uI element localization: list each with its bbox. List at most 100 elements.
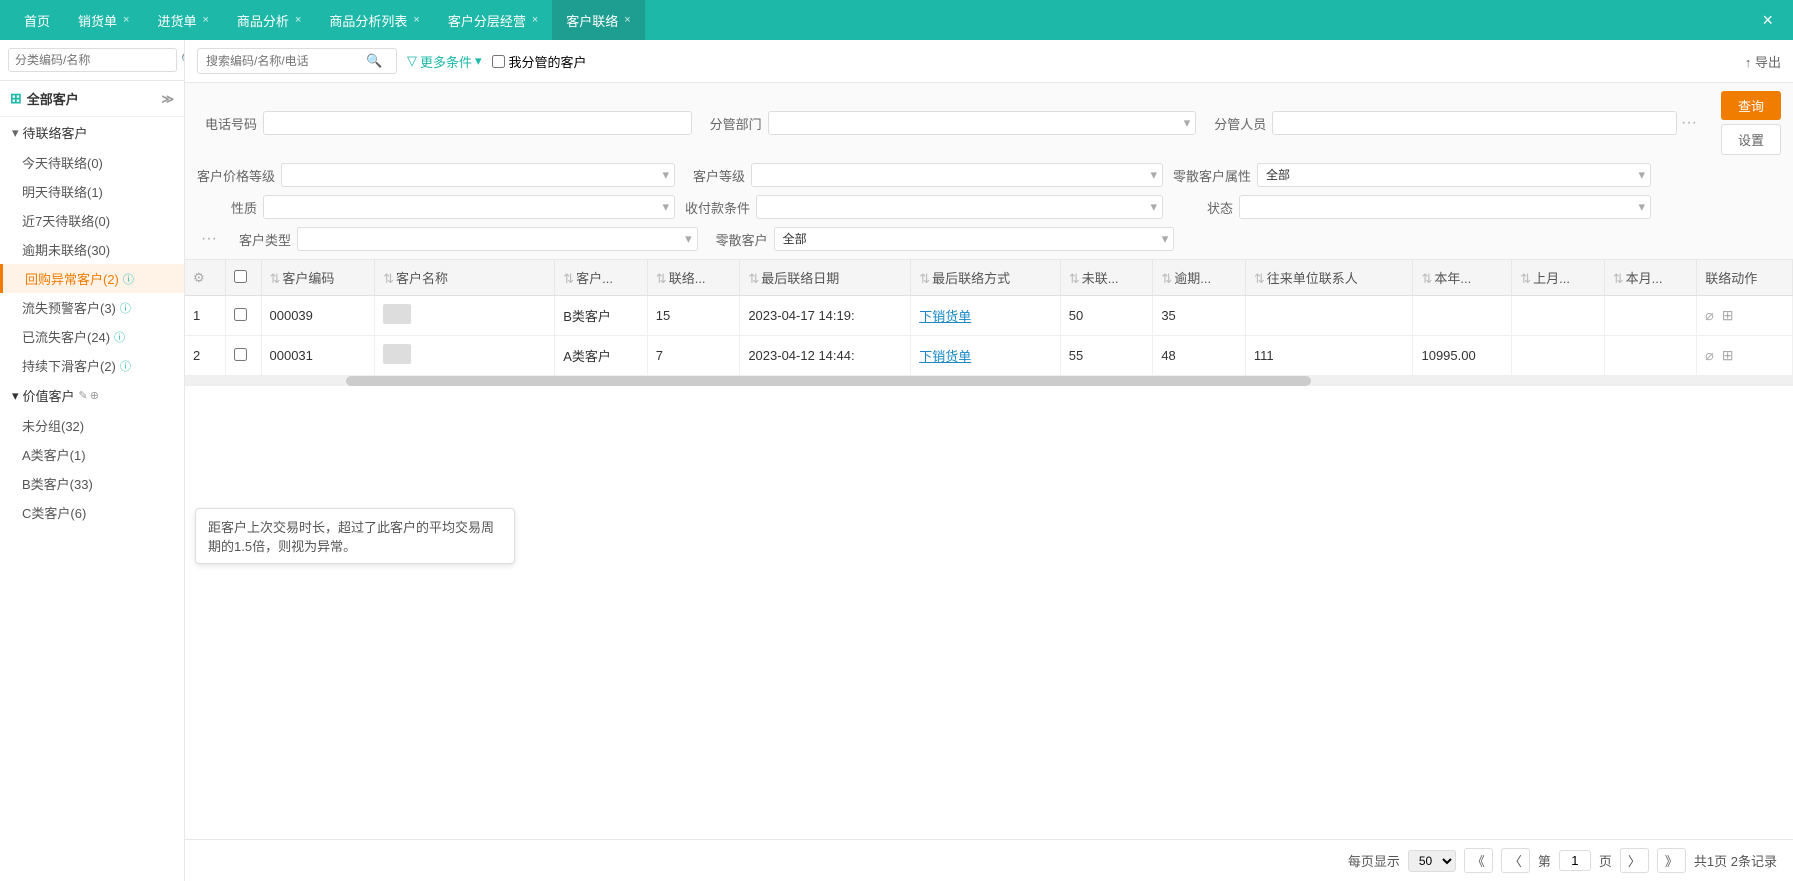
last-page-btn[interactable]: 》 <box>1657 848 1686 873</box>
col-contact-count: ⇅联络... <box>647 260 740 296</box>
export-btn[interactable]: ↑ 导出 <box>1745 52 1781 71</box>
payment-select[interactable] <box>756 195 1163 219</box>
contact-icon[interactable]: ⌀ <box>1705 307 1713 324</box>
sidebar-b-class[interactable]: B类客户(33) <box>0 469 184 498</box>
more-action-icon[interactable]: ⊞ <box>1722 307 1734 324</box>
sidebar-content: ⊞ 全部客户 ≫ ▾ 待联络客户 今天待联络(0) 明天待联络(1) 近7天待联… <box>0 81 184 881</box>
contact-icon[interactable]: ⌀ <box>1705 347 1713 364</box>
sidebar-today-contact[interactable]: 今天待联络(0) <box>0 148 184 177</box>
row-name <box>375 336 555 376</box>
payment-filter: 收付款条件 <box>685 195 1163 219</box>
dept-select[interactable] <box>768 111 1197 135</box>
row-select-checkbox[interactable] <box>234 308 247 321</box>
horizontal-scrollbar[interactable] <box>185 376 1793 386</box>
customer-type-select[interactable] <box>297 227 698 251</box>
row-last-date: 2023-04-17 14:19: <box>740 296 911 336</box>
sidebar-churn-warning[interactable]: 流失预警客户(3) ⓘ <box>0 293 184 322</box>
page-input[interactable] <box>1559 850 1591 871</box>
nav-sales-order[interactable]: 销货单 × <box>64 0 143 40</box>
close-sales-order[interactable]: × <box>123 14 129 26</box>
close-product-analysis-list[interactable]: × <box>413 14 419 26</box>
customer-grade-select[interactable] <box>751 163 1163 187</box>
filter-row-1: 电话号码 分管部门 分管人员 ··· <box>197 91 1781 155</box>
table-row: 1 000039 B类客户 15 2023-04-17 14:19: 下销货单 … <box>185 296 1793 336</box>
phone-input[interactable] <box>263 111 692 135</box>
chevron-down-icon: ▾ <box>475 53 482 69</box>
row-unreached: 50 <box>1060 296 1153 336</box>
more-filters-dots[interactable]: ··· <box>197 230 221 248</box>
nav-product-analysis[interactable]: 商品分析 × <box>223 0 315 40</box>
row-checkbox <box>225 296 261 336</box>
prev-page-btn[interactable]: 〈 <box>1501 848 1530 873</box>
col-this-year: ⇅本年... <box>1413 260 1512 296</box>
search-input[interactable] <box>206 54 366 68</box>
sidebar-c-class[interactable]: C类客户(6) <box>0 498 184 527</box>
search-icon[interactable]: 🔍 <box>366 53 382 69</box>
sidebar-churned[interactable]: 已流失客户(24) ⓘ <box>0 322 184 351</box>
row-contact-count: 15 <box>647 296 740 336</box>
first-page-btn[interactable]: 《 <box>1464 848 1493 873</box>
sidebar-a-class[interactable]: A类客户(1) <box>0 440 184 469</box>
col-last-month: ⇅上月... <box>1512 260 1605 296</box>
pending-contact-group[interactable]: ▾ 待联络客户 <box>0 117 184 148</box>
price-grade-select[interactable] <box>281 163 675 187</box>
table-row: 2 000031 A类客户 7 2023-04-12 14:44: 下销货单 5… <box>185 336 1793 376</box>
retail-attr-select[interactable]: 全部 <box>1257 163 1651 187</box>
next-page-btn[interactable]: 〉 <box>1620 848 1649 873</box>
sidebar-search-area: 🔍 <box>0 40 184 81</box>
per-page-select[interactable]: 50 <box>1408 850 1456 872</box>
sidebar-collapse-btn[interactable]: ≫ <box>161 92 174 106</box>
col-code: ⇅客户编码 <box>261 260 375 296</box>
info-icon-churn: ⓘ <box>120 300 131 316</box>
nav-customer-contact[interactable]: 客户联络 × <box>552 0 644 40</box>
col-contacts: ⇅往来单位联系人 <box>1245 260 1413 296</box>
my-customers-checkbox-area: 我分管的客户 <box>492 52 587 71</box>
col-this-month: ⇅本月... <box>1604 260 1697 296</box>
row-code: 000039 <box>261 296 375 336</box>
select-all-checkbox[interactable] <box>234 270 247 283</box>
row-overdue: 48 <box>1153 336 1246 376</box>
add-icon[interactable]: ⊕ <box>90 389 99 402</box>
table-settings-icon[interactable]: ⚙ <box>193 270 205 285</box>
scroll-thumb <box>346 376 1311 386</box>
customer-type-filter: 客户类型 <box>231 227 698 251</box>
sidebar-declining[interactable]: 持续下滑客户(2) ⓘ <box>0 351 184 380</box>
close-customer-segmentation[interactable]: × <box>532 14 538 26</box>
my-customers-checkbox[interactable] <box>492 55 505 68</box>
manager-dots-btn[interactable]: ··· <box>1677 114 1701 132</box>
nav-product-analysis-list[interactable]: 商品分析列表 × <box>315 0 433 40</box>
status-label: 状态 <box>1173 198 1233 217</box>
row-last-date: 2023-04-12 14:44: <box>740 336 911 376</box>
close-customer-contact[interactable]: × <box>624 14 630 26</box>
more-conditions-btn[interactable]: ▽ 更多条件 ▾ <box>407 52 482 71</box>
row-num: 1 <box>185 296 225 336</box>
nav-customer-segmentation[interactable]: 客户分层经营 × <box>434 0 552 40</box>
row-select-checkbox[interactable] <box>234 348 247 361</box>
filter-row-2: 客户价格等级 客户等级 <box>197 163 1781 187</box>
retail-customer-select[interactable]: 全部 <box>774 227 1175 251</box>
sidebar-unclassified[interactable]: 未分组(32) <box>0 411 184 440</box>
sidebar-7days-contact[interactable]: 近7天待联络(0) <box>0 206 184 235</box>
sidebar-search-input[interactable] <box>8 48 177 72</box>
value-customer-group[interactable]: ▾ 价值客户 ✎ ⊕ <box>0 380 184 411</box>
app-close-btn[interactable]: × <box>1752 10 1783 31</box>
row-unreached: 55 <box>1060 336 1153 376</box>
settings-btn[interactable]: 设置 <box>1721 124 1781 155</box>
row-contact-count: 7 <box>647 336 740 376</box>
nav-home[interactable]: 首页 <box>10 0 64 40</box>
info-icon-churned: ⓘ <box>114 329 125 345</box>
more-action-icon[interactable]: ⊞ <box>1722 347 1734 364</box>
page-label2: 页 <box>1599 851 1612 870</box>
manager-input[interactable] <box>1272 111 1677 135</box>
sidebar-repurchase-abnormal[interactable]: 回购异常客户(2) ⓘ <box>0 264 184 293</box>
row-name <box>375 296 555 336</box>
edit-icon[interactable]: ✎ <box>79 389 88 402</box>
close-product-analysis[interactable]: × <box>295 14 301 26</box>
close-purchase-order[interactable]: × <box>202 14 208 26</box>
sidebar-tomorrow-contact[interactable]: 明天待联络(1) <box>0 177 184 206</box>
nav-purchase-order[interactable]: 进货单 × <box>143 0 222 40</box>
status-select[interactable] <box>1239 195 1651 219</box>
sidebar-overdue-contact[interactable]: 逾期未联络(30) <box>0 235 184 264</box>
gender-select[interactable] <box>263 195 675 219</box>
query-btn[interactable]: 查询 <box>1721 91 1781 120</box>
